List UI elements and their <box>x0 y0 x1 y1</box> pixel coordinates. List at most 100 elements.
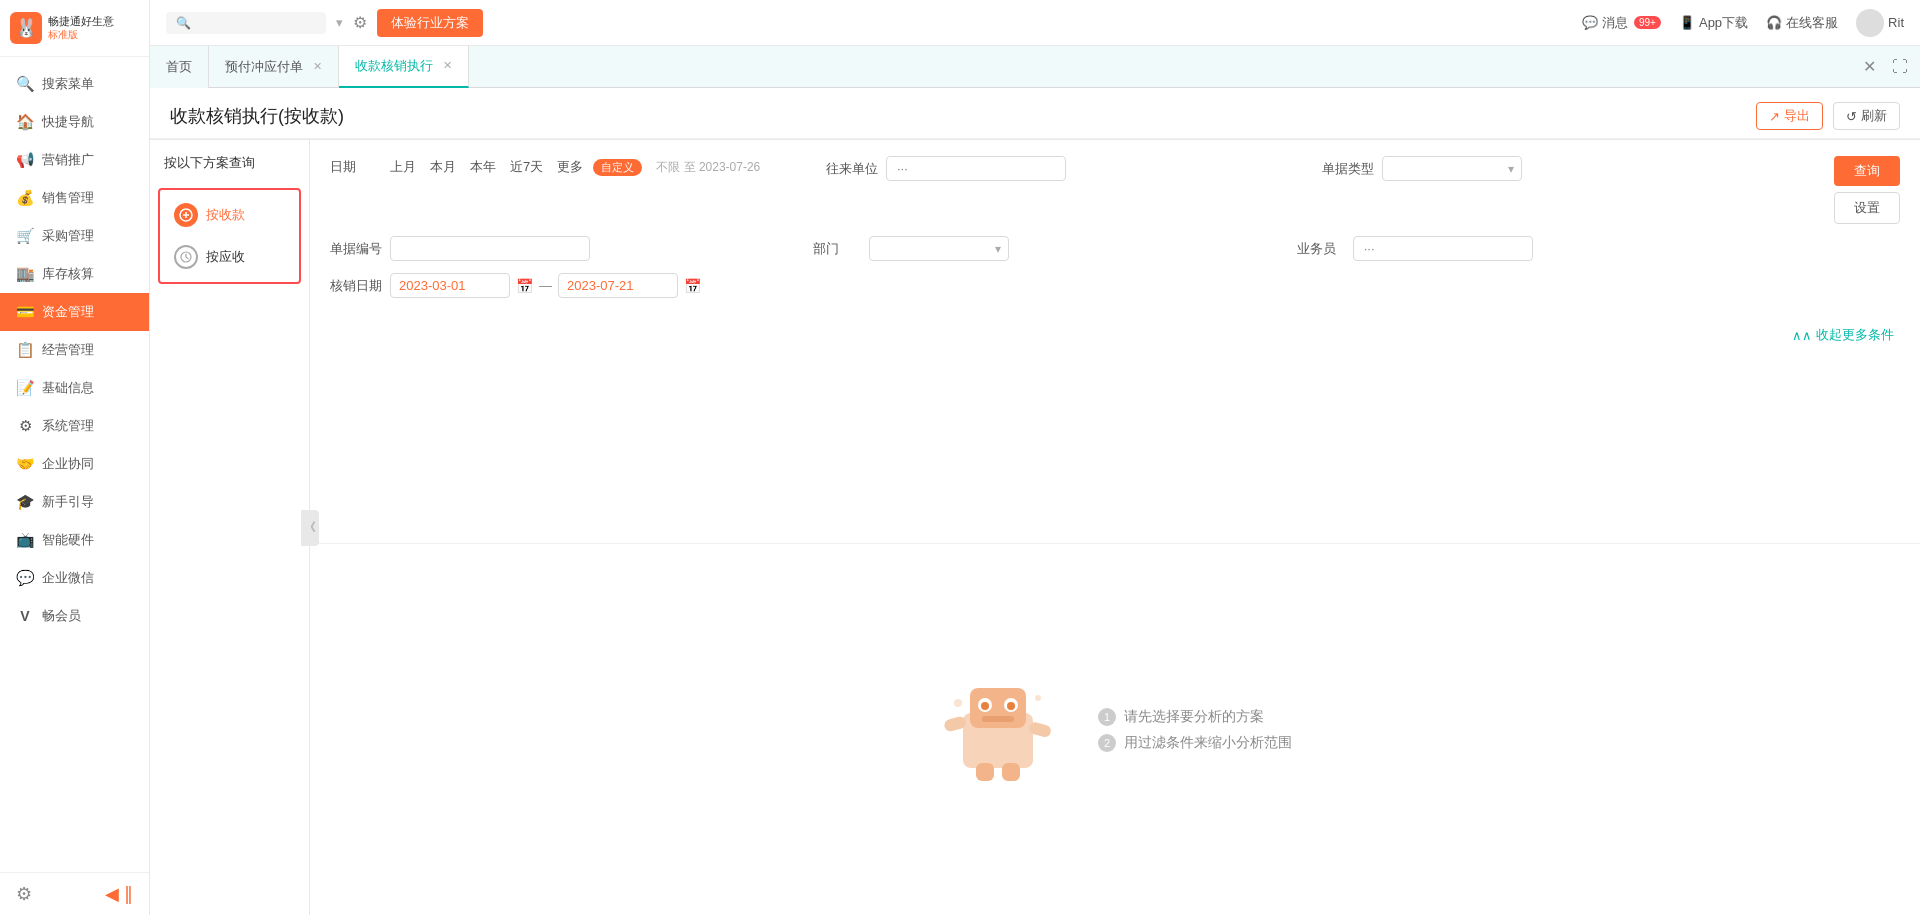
nav-tabs-controls: ✕ ⛶ <box>1859 53 1920 80</box>
sidebar-item-label: 库存核算 <box>42 265 94 283</box>
sidebar-item-enterprise[interactable]: 🤝 企业协同 <box>0 445 149 483</box>
refresh-button[interactable]: ↺ 刷新 <box>1833 102 1900 130</box>
svg-point-14 <box>1035 695 1041 701</box>
bill-type-select[interactable] <box>1382 156 1522 181</box>
sidebar-item-system[interactable]: ⚙ 系统管理 <box>0 407 149 445</box>
sidebar-item-quick-nav[interactable]: 🏠 快捷导航 <box>0 103 149 141</box>
empty-tip-1: 1 请先选择要分析的方案 <box>1098 708 1292 726</box>
date-opt-7days[interactable]: 近7天 <box>506 156 547 178</box>
close-prepay-tab-icon[interactable]: ✕ <box>313 60 322 73</box>
sidebar-item-newbie[interactable]: 🎓 新手引导 <box>0 483 149 521</box>
ops-icon: 📋 <box>16 341 34 359</box>
writeoff-end-input[interactable] <box>558 273 678 298</box>
counterparty-field: 往来单位 ··· <box>826 156 1322 181</box>
sidebar-item-inventory[interactable]: 🏬 库存核算 <box>0 255 149 293</box>
message-label: 消息 <box>1602 14 1628 32</box>
counterparty-label: 往来单位 <box>826 160 878 178</box>
date-hint-block: 不限 至 2023-07-26 <box>650 159 760 176</box>
sidebar-item-marketing[interactable]: 📢 营销推广 <box>0 141 149 179</box>
marketing-icon: 📢 <box>16 151 34 169</box>
tab-prepay[interactable]: 预付冲应付单 ✕ <box>209 46 339 88</box>
date-opt-this-month[interactable]: 本月 <box>426 156 460 178</box>
filter-panel: 按以下方案查询 按收款 <box>150 140 310 915</box>
empty-state-content: 1 请先选择要分析的方案 2 用过滤条件来缩小分析范围 <box>938 673 1292 786</box>
bill-number-input[interactable] <box>390 236 590 261</box>
writeoff-tab-label: 收款核销执行 <box>355 57 433 75</box>
close-writeoff-tab-icon[interactable]: ✕ <box>443 59 452 72</box>
collapse-label: 收起更多条件 <box>1816 326 1894 344</box>
sidebar-item-label: 新手引导 <box>42 493 94 511</box>
dept-select[interactable] <box>869 236 1009 261</box>
sidebar-item-label: 智能硬件 <box>42 531 94 549</box>
chevron-up-icon: ∧∧ <box>1792 328 1812 343</box>
newbie-icon: 🎓 <box>16 493 34 511</box>
svg-point-7 <box>1007 702 1015 710</box>
sidebar-item-search-menu[interactable]: 🔍 搜索菜单 <box>0 65 149 103</box>
sidebar-item-hardware[interactable]: 📺 智能硬件 <box>0 521 149 559</box>
sidebar-item-label: 搜索菜单 <box>42 75 94 93</box>
date-opt-this-year[interactable]: 本年 <box>466 156 500 178</box>
sidebar-item-sales[interactable]: 💰 销售管理 <box>0 179 149 217</box>
date-opt-last-month[interactable]: 上月 <box>386 156 420 178</box>
settings-icon[interactable]: ⚙ <box>16 883 32 905</box>
svg-rect-8 <box>982 716 1014 722</box>
setting-button[interactable]: 设置 <box>1834 192 1900 224</box>
topbar-gear-icon[interactable]: ⚙ <box>353 13 367 32</box>
sidebar-item-basic-info[interactable]: 📝 基础信息 <box>0 369 149 407</box>
basic-info-icon: 📝 <box>16 379 34 397</box>
sidebar-item-purchase[interactable]: 🛒 采购管理 <box>0 217 149 255</box>
writeoff-end-cal-icon[interactable]: 📅 <box>684 278 701 294</box>
service-icon: 🎧 <box>1766 15 1782 30</box>
sidebar-item-wechat[interactable]: 💬 企业微信 <box>0 559 149 597</box>
tip-text-2: 用过滤条件来缩小分析范围 <box>1124 734 1292 752</box>
topbar-right: 💬 消息 99+ 📱 App下载 🎧 在线客服 Rit <box>1582 9 1904 37</box>
sidebar-bottom: ⚙ ◀︎ ‖ <box>0 872 149 915</box>
online-service-label: 在线客服 <box>1786 14 1838 32</box>
sidebar: 🐰 畅捷通好生意 标准版 🔍 搜索菜单 🏠 快捷导航 📢 营销推广 💰 销售管理… <box>0 0 150 915</box>
sidebar-item-finance[interactable]: 💳 资金管理 <box>0 293 149 331</box>
logo-icon: 🐰 <box>10 12 42 44</box>
home-icon: 🏠 <box>16 113 34 131</box>
maximize-tab-ctrl-icon[interactable]: ⛶ <box>1888 54 1912 80</box>
salesperson-input[interactable]: ··· <box>1353 236 1533 261</box>
message-icon: 💬 <box>1582 15 1598 30</box>
sidebar-item-ops[interactable]: 📋 经营管理 <box>0 331 149 369</box>
writeoff-start-cal-icon[interactable]: 📅 <box>516 278 533 294</box>
date-custom-badge[interactable]: 自定义 <box>593 159 642 176</box>
collapse-sidebar-icon[interactable]: ◀︎ ‖ <box>105 883 133 905</box>
counterparty-input[interactable]: ··· <box>886 156 1066 181</box>
hardware-icon: 📺 <box>16 531 34 549</box>
salesperson-label: 业务员 <box>1297 240 1345 258</box>
tab-writeoff[interactable]: 收款核销执行 ✕ <box>339 46 469 88</box>
system-icon: ⚙ <box>16 417 34 435</box>
topbar: 🔍 ▾ ⚙ 体验行业方案 💬 消息 99+ 📱 App下载 🎧 在线客服 <box>150 0 1920 46</box>
tab-home[interactable]: 首页 <box>150 46 209 88</box>
filter-option-by-receivable[interactable]: 按应收 <box>160 236 299 278</box>
app-edition: 标准版 <box>48 28 114 42</box>
export-button[interactable]: ↗ 导出 <box>1756 102 1823 130</box>
messages-button[interactable]: 💬 消息 99+ <box>1582 14 1661 32</box>
date-opt-more[interactable]: 更多 <box>553 156 587 178</box>
enterprise-icon: 🤝 <box>16 455 34 473</box>
empty-state-area: 1 请先选择要分析的方案 2 用过滤条件来缩小分析范围 <box>310 543 1920 915</box>
industry-solution-button[interactable]: 体验行业方案 <box>377 9 483 37</box>
sidebar-item-vip[interactable]: V 畅会员 <box>0 597 149 635</box>
dept-select-wrapper <box>869 236 1009 261</box>
collapse-filter-icon[interactable]: 《 <box>301 510 319 546</box>
user-info[interactable]: Rit <box>1856 9 1904 37</box>
empty-tips: 1 请先选择要分析的方案 2 用过滤条件来缩小分析范围 <box>1098 708 1292 752</box>
online-service-button[interactable]: 🎧 在线客服 <box>1766 14 1838 32</box>
topbar-search-box[interactable]: 🔍 <box>166 12 326 34</box>
writeoff-start-input[interactable] <box>390 273 510 298</box>
app-download-button[interactable]: 📱 App下载 <box>1679 14 1748 32</box>
avatar <box>1856 9 1884 37</box>
sidebar-item-label: 系统管理 <box>42 417 94 435</box>
filter-option-by-receipt[interactable]: 按收款 <box>160 194 299 236</box>
collapse-conditions-button[interactable]: ∧∧ 收起更多条件 <box>1786 320 1900 350</box>
query-button[interactable]: 查询 <box>1834 156 1900 186</box>
sidebar-menu: 🔍 搜索菜单 🏠 快捷导航 📢 营销推广 💰 销售管理 🛒 采购管理 🏬 库存核… <box>0 57 149 872</box>
page-header-area: 收款核销执行(按收款) ↗ 导出 ↺ 刷新 <box>150 88 1920 140</box>
topbar-chevron-icon[interactable]: ▾ <box>336 15 343 30</box>
tip-num-1: 1 <box>1098 708 1116 726</box>
close-tab-ctrl-icon[interactable]: ✕ <box>1859 53 1880 80</box>
